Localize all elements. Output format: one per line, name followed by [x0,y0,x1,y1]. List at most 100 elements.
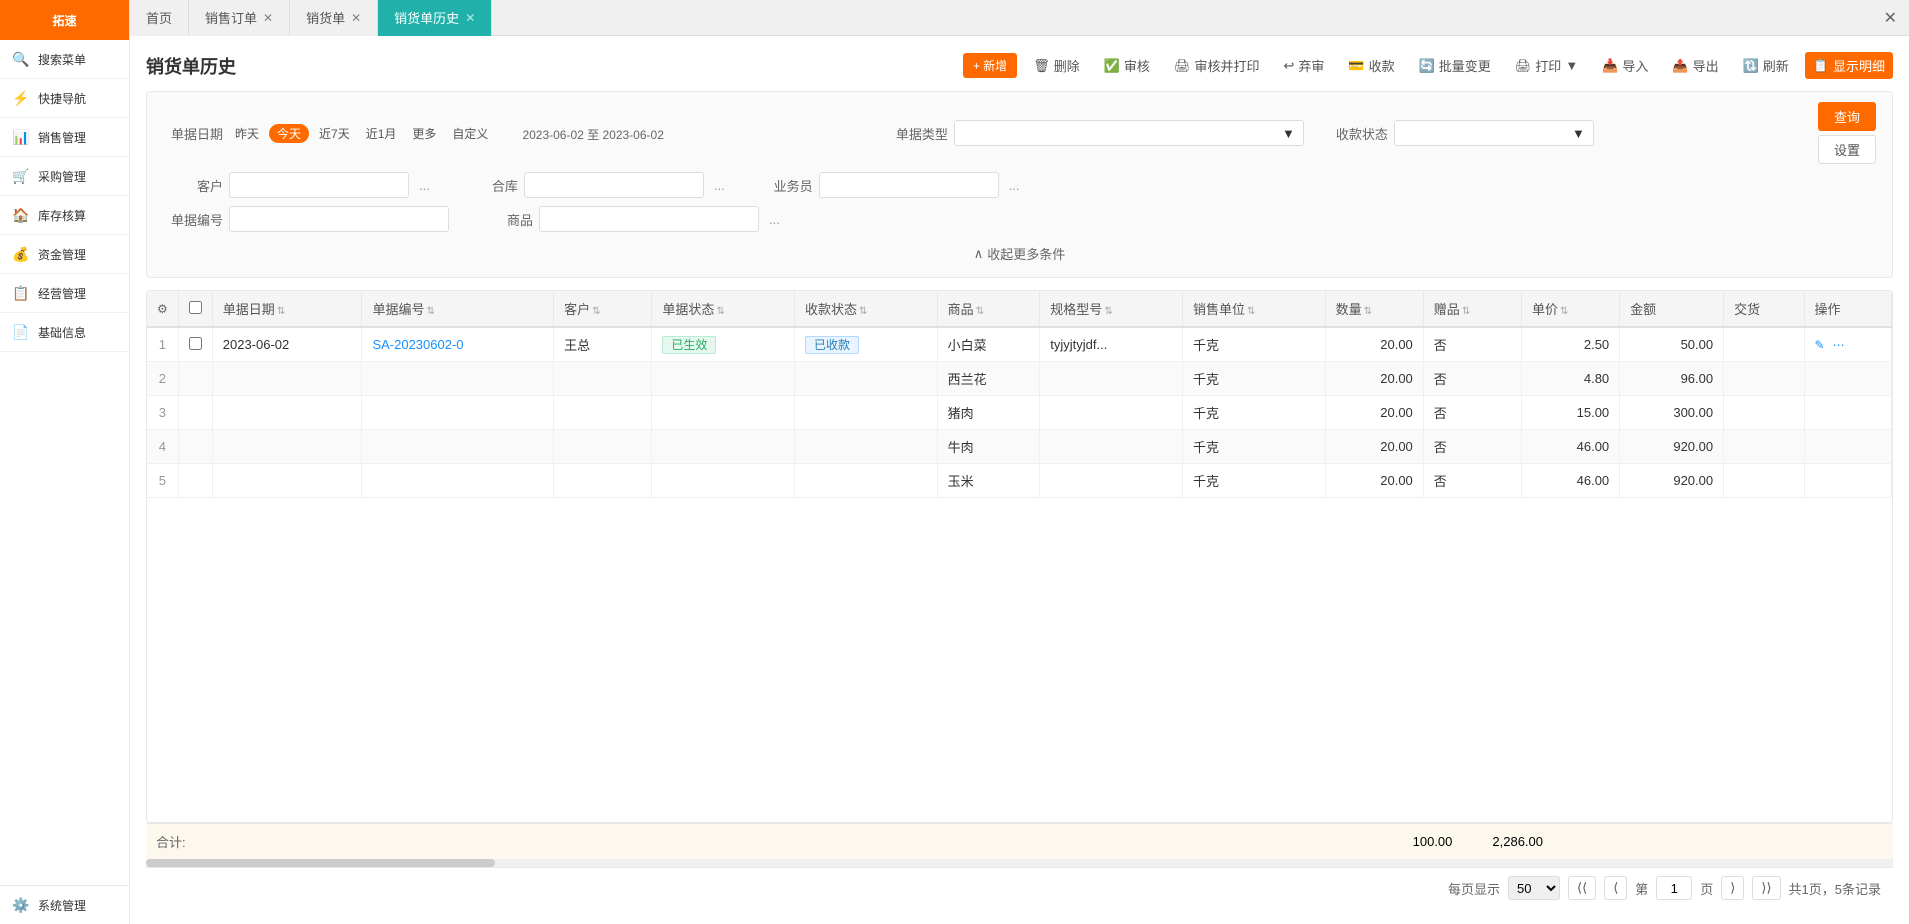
col-gift[interactable]: 赠品⇅ [1423,291,1521,327]
shortcut-today[interactable]: 今天 [269,124,309,143]
col-payment-status[interactable]: 收款状态⇅ [794,291,937,327]
scrollbar-thumb[interactable] [146,859,495,867]
new-button[interactable]: + 新增 [963,53,1017,78]
refresh-button[interactable]: 🔃 刷新 [1735,52,1797,79]
col-doc-status[interactable]: 单据状态⇅ [652,291,795,327]
row-unit-price: 46.00 [1521,464,1619,498]
edit-action-button[interactable]: ✎ [1815,338,1825,352]
sidebar-item-inventory[interactable]: 🏠 库存核算 [0,196,129,235]
money-icon: 💰 [12,245,30,263]
audit-label: 审核 [1124,56,1150,75]
tab-sales-invoice[interactable]: 销货单 ✕ [290,0,378,36]
document-icon: 📄 [12,323,30,341]
audit-button[interactable]: ✅ 审核 [1096,52,1158,79]
row-payment-status: 已收款 [794,327,937,362]
cart-icon: 🛒 [12,167,30,185]
per-page-select[interactable]: 50 100 200 [1508,876,1560,900]
product-input[interactable] [539,206,759,232]
abandon-button[interactable]: ↩ 弃审 [1275,52,1332,79]
tab-sales-order[interactable]: 销售订单 ✕ [189,0,290,36]
sort-docstatus-icon: ⇅ [716,306,724,317]
delete-icon: 🗑 [1033,58,1050,74]
payment-status-dropdown-icon: ▼ [1572,126,1585,141]
shortcut-more[interactable]: 更多 [406,124,442,143]
tab-sales-history-close[interactable]: ✕ [465,11,475,25]
tab-close-all-button[interactable]: ✕ [1872,8,1909,28]
sidebar-item-operations[interactable]: 📋 经营管理 [0,274,129,313]
sidebar-item-quick-nav[interactable]: ⚡ 快捷导航 [0,79,129,118]
sidebar-item-basic-info[interactable]: 📄 基础信息 [0,313,129,352]
print-label: 打印 [1535,56,1561,75]
col-spec[interactable]: 规格型号⇅ [1040,291,1183,327]
customer-input[interactable] [229,172,409,198]
warehouse-dots-button[interactable]: ... [710,176,729,195]
next-page-button[interactable]: ⟩ [1721,876,1744,900]
more-action-button[interactable]: ⋯ [1833,338,1845,352]
customer-dots-button[interactable]: ... [415,176,434,195]
show-details-label: 显示明细 [1833,56,1885,75]
col-doc-date[interactable]: 单据日期⇅ [212,291,362,327]
col-doc-num[interactable]: 单据编号⇅ [362,291,554,327]
row-spec [1040,430,1183,464]
table-row: 4 牛肉 千克 20.00 否 46.00 920.00 [147,430,1892,464]
salesperson-label: 业务员 [753,176,813,195]
tab-sales-invoice-close[interactable]: ✕ [351,11,361,25]
row-quantity: 20.00 [1325,464,1423,498]
first-page-button[interactable]: ⟨⟨ [1568,876,1596,900]
col-sales-unit[interactable]: 销售单位⇅ [1182,291,1325,327]
horizontal-scrollbar[interactable] [146,859,1893,867]
batch-change-button[interactable]: 🔄 批量变更 [1411,52,1499,79]
sidebar-item-purchase[interactable]: 🛒 采购管理 [0,157,129,196]
row-checkbox-cell [178,430,212,464]
gear-icon: ⚙️ [12,896,30,914]
sidebar-item-search-menu[interactable]: 🔍 搜索菜单 [0,40,129,79]
export-button[interactable]: 📤 导出 [1664,52,1726,79]
show-details-button[interactable]: 📋 显示明细 [1805,52,1893,79]
query-button[interactable]: 查询 [1818,102,1876,131]
doc-type-select[interactable]: ▼ [954,120,1304,146]
product-dots-button[interactable]: ... [765,210,784,229]
settings-button[interactable]: 设置 [1818,135,1876,164]
row-checkbox[interactable] [189,337,202,350]
tab-home[interactable]: 首页 [130,0,189,36]
row-spec: tyjyjtyjdf... [1040,327,1183,362]
total-quantity: 100.00 [1413,834,1453,849]
shortcut-custom[interactable]: 自定义 [446,124,494,143]
salesperson-dots-button[interactable]: ... [1005,176,1024,195]
col-quantity[interactable]: 数量⇅ [1325,291,1423,327]
sidebar-item-system[interactable]: ⚙️ 系统管理 [0,886,129,924]
shortcut-yesterday[interactable]: 昨天 [229,124,265,143]
filter-date: 单据日期 昨天 今天 近7天 近1月 更多 自定义 [163,124,494,143]
doc-number-input[interactable] [229,206,449,232]
print-button[interactable]: 🖨 打印 ▼ [1507,52,1586,79]
row-transaction [1724,430,1804,464]
row-transaction [1724,362,1804,396]
tab-sales-history[interactable]: 销货单历史 ✕ [378,0,492,36]
col-settings[interactable]: ⚙ [147,291,178,327]
collect-button[interactable]: 💳 收款 [1340,52,1402,79]
audit-print-button[interactable]: 🖨 审核并打印 [1166,52,1268,79]
col-unit-price[interactable]: 单价⇅ [1521,291,1619,327]
select-all-checkbox[interactable] [189,301,202,314]
col-customer[interactable]: 客户⇅ [554,291,652,327]
last-page-button[interactable]: ⟩⟩ [1752,876,1780,900]
sidebar-item-finance[interactable]: 💰 资金管理 [0,235,129,274]
sidebar-item-sales[interactable]: 📊 销售管理 [0,118,129,157]
row-sales-unit: 千克 [1182,396,1325,430]
warehouse-input[interactable] [524,172,704,198]
import-button[interactable]: 📥 导入 [1594,52,1656,79]
tab-sales-order-close[interactable]: ✕ [263,11,273,25]
prev-page-button[interactable]: ⟨ [1604,876,1627,900]
col-amount: 金额 [1620,291,1724,327]
col-product[interactable]: 商品⇅ [937,291,1040,327]
collapse-button[interactable]: ∧ 收起更多条件 [970,240,1070,267]
shortcut-1month[interactable]: 近1月 [360,124,403,143]
abandon-icon: ↩ [1283,58,1294,74]
page-number-input[interactable] [1656,876,1692,900]
delete-button[interactable]: 🗑 删除 [1025,52,1088,79]
shortcut-7days[interactable]: 近7天 [313,124,356,143]
row-product: 小白菜 [937,327,1040,362]
salesperson-input[interactable] [819,172,999,198]
payment-status-select[interactable]: ▼ [1394,120,1594,146]
doc-num-link[interactable]: SA-20230602-0 [372,337,463,352]
